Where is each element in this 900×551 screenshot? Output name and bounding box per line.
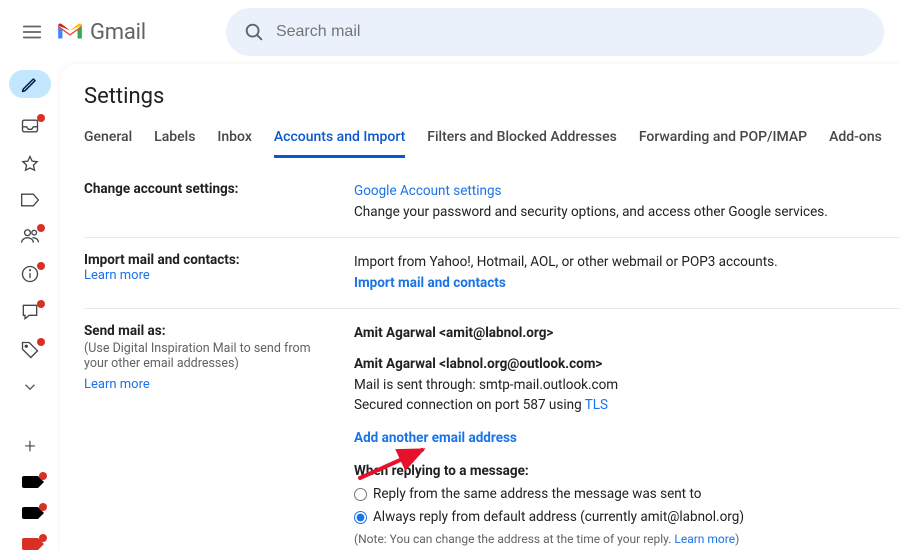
tags-nav[interactable] [17,340,43,360]
inbox-nav[interactable] [17,116,43,136]
change-settings-desc: Change your password and security option… [354,204,828,220]
gmail-logo[interactable]: Gmail [56,20,146,45]
tag-icon [22,538,38,550]
import-mail-action[interactable]: Import mail and contacts [354,275,506,291]
tab-labels[interactable]: Labels [154,129,195,158]
search-bar[interactable] [226,8,884,56]
reply-title: When replying to a message: [354,461,900,482]
notification-dot [37,300,45,308]
hamburger-icon [21,21,43,43]
tag-icon [22,507,38,519]
starred-nav[interactable] [17,154,43,174]
reply-option-default[interactable]: Always reply from default address (curre… [354,507,900,528]
notification-dot [37,114,45,122]
gmail-logo-text: Gmail [90,20,146,45]
sent-through-text: Mail is sent through: smtp-mail.outlook.… [354,375,900,396]
tab-forwarding[interactable]: Forwarding and POP/IMAP [639,129,807,158]
tag-icon [22,476,38,488]
notification-dot [37,224,45,232]
notification-dot [37,338,45,346]
section-change-settings: Change account settings: Google Account … [84,167,900,237]
section-title: Import mail and contacts: [84,252,334,268]
chevron-down-icon [21,378,39,396]
tab-addons[interactable]: Add-ons [829,129,882,158]
tab-filters[interactable]: Filters and Blocked Addresses [427,129,617,158]
tab-inbox[interactable]: Inbox [217,129,251,158]
search-input[interactable] [274,22,876,42]
section-title: Change account settings: [84,181,334,197]
reply-opt2-label: Always reply from default address (curre… [373,507,744,528]
tls-link[interactable]: TLS [585,397,608,413]
tab-accounts-import[interactable]: Accounts and Import [274,129,405,158]
reply-note-suffix: ) [735,532,739,546]
reply-note-link[interactable]: Learn more [674,532,735,546]
secured-text: Secured connection on port 587 using [354,397,585,413]
learn-more-link[interactable]: Learn more [84,268,150,283]
page-title: Settings [84,84,900,109]
compose-button[interactable] [9,70,51,98]
reply-option-same-address[interactable]: Reply from the same address the message … [354,484,900,505]
reply-note-prefix: (Note: You can change the address at the… [354,532,674,546]
learn-more-link[interactable]: Learn more [84,377,150,392]
reply-radio-2[interactable] [354,511,367,524]
add-button[interactable]: + [24,434,35,458]
notification-dot [39,503,47,511]
section-hint: (Use Digital Inspiration Mail to send fr… [84,341,334,371]
notification-dot [39,534,47,542]
section-title: Send mail as: [84,323,334,339]
search-icon[interactable] [234,12,274,52]
send-as-address-1: Amit Agarwal <amit@labnol.org> [354,323,900,344]
settings-tabs: General Labels Inbox Accounts and Import… [84,129,900,159]
main-menu-button[interactable] [8,8,56,56]
reply-opt1-label: Reply from the same address the message … [373,484,701,505]
custom-label-3[interactable] [17,538,43,551]
star-icon [20,154,40,174]
sidebar: + [0,64,60,551]
notification-dot [37,262,45,270]
chat-nav[interactable] [17,302,43,322]
custom-label-2[interactable] [17,507,43,520]
section-send-as: Send mail as: (Use Digital Inspiration M… [84,308,900,551]
label-nav[interactable] [17,192,43,208]
add-another-email-link[interactable]: Add another email address [354,430,517,446]
contacts-nav[interactable] [17,226,43,246]
google-account-settings-link[interactable]: Google Account settings [354,183,502,199]
send-as-address-2: Amit Agarwal <labnol.org@outlook.com> [354,354,900,375]
reply-radio-1[interactable] [354,488,367,501]
import-desc: Import from Yahoo!, Hotmail, AOL, or oth… [354,254,778,270]
label-icon [20,192,40,208]
info-nav[interactable] [17,264,43,284]
notification-dot [39,472,47,480]
section-import: Import mail and contacts: Learn more Imp… [84,237,900,308]
main-content: Settings General Labels Inbox Accounts a… [60,64,900,551]
custom-label-1[interactable] [17,476,43,489]
pencil-icon [20,74,40,94]
expand-more[interactable] [17,378,43,396]
tab-general[interactable]: General [84,129,132,158]
gmail-logo-icon [56,21,84,43]
